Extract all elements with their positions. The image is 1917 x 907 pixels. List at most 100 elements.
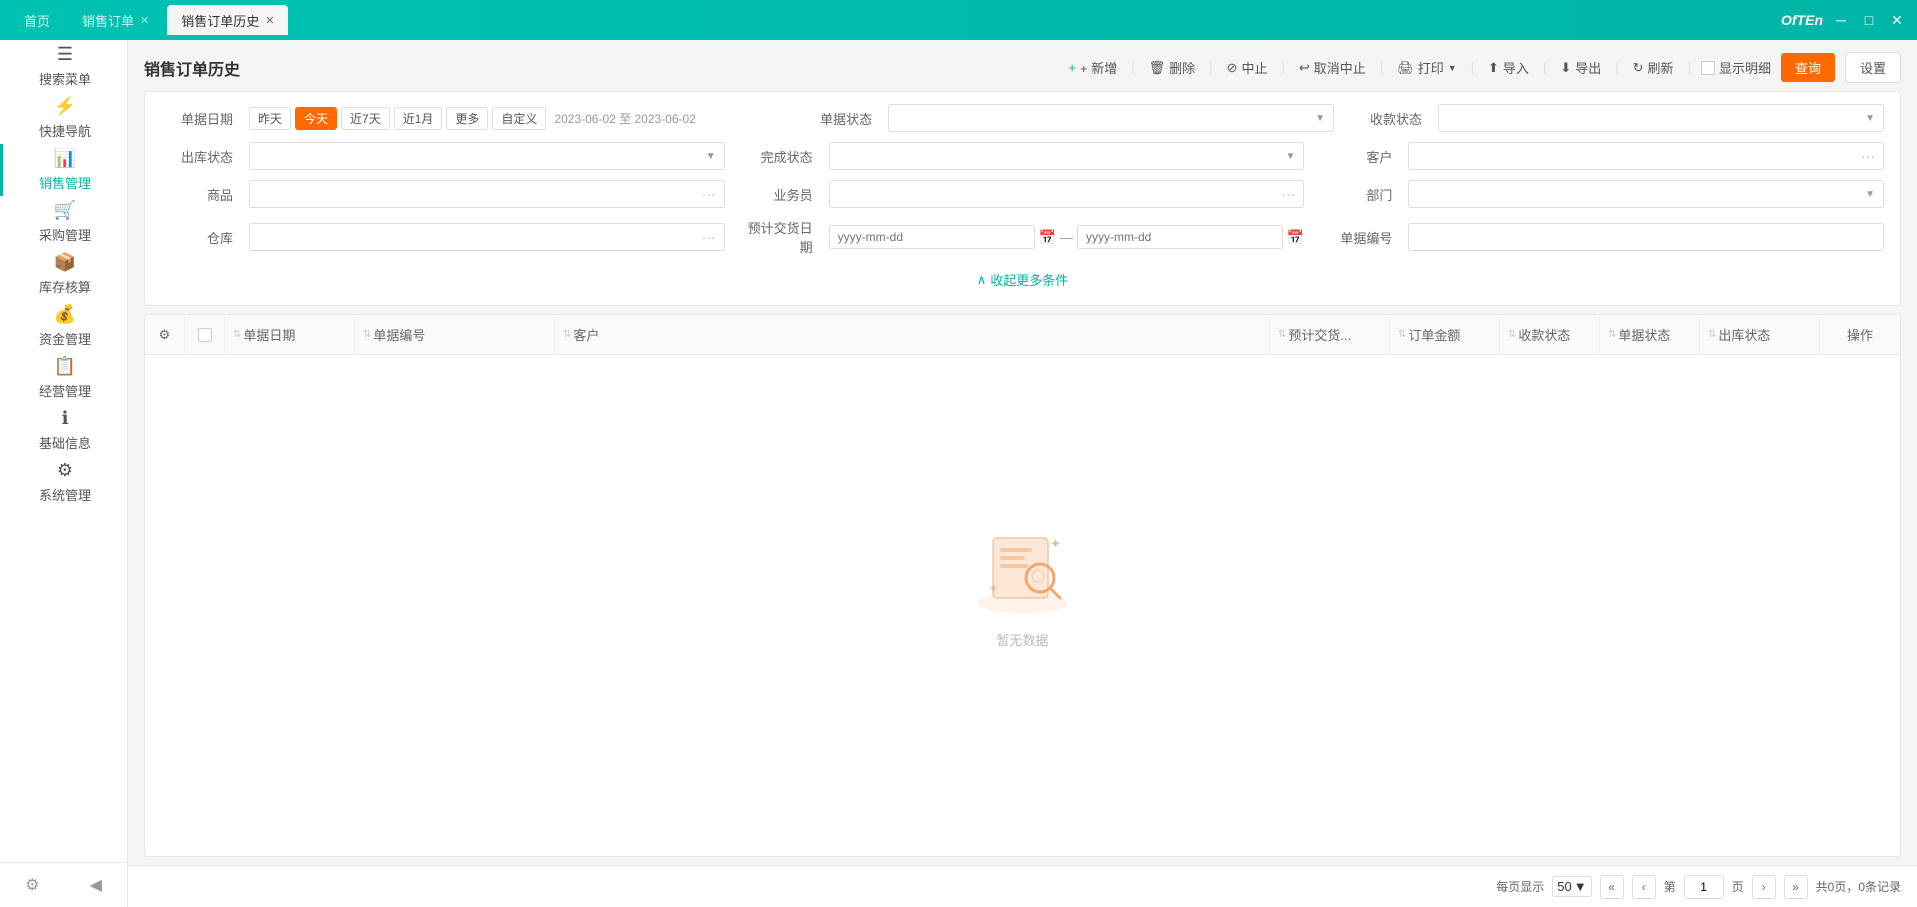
tab-sales-order-history[interactable]: 销售订单历史 ✕ [167, 5, 288, 35]
customer-ellipsis-icon[interactable]: ··· [1861, 148, 1875, 164]
delete-btn[interactable]: 🗑 删除 [1145, 56, 1200, 79]
dept-control[interactable]: ▼ [1408, 180, 1884, 208]
sidebar-settings-btn[interactable]: ⚙ [21, 871, 43, 899]
select-all-checkbox[interactable] [198, 328, 212, 342]
goods-control[interactable]: ··· [249, 180, 725, 208]
stop-icon: ⊘ [1227, 60, 1238, 76]
th-date[interactable]: ⇅ 单据日期 [225, 315, 355, 354]
table-settings-icon[interactable]: ⚙ [159, 327, 171, 343]
window-close-btn[interactable]: ✕ [1887, 10, 1907, 30]
out-status-select[interactable]: ▼ [249, 142, 725, 170]
delivery-start-input[interactable] [829, 225, 1035, 249]
last-page-btn[interactable]: » [1784, 875, 1808, 899]
new-label: + 新增 [1080, 58, 1117, 77]
goods-select[interactable]: ··· [249, 180, 725, 208]
delete-label: 删除 [1169, 58, 1195, 77]
tab-home[interactable]: 销售订单历史 首页 [10, 5, 64, 35]
import-btn[interactable]: ⬆ 导入 [1484, 56, 1533, 79]
th-no[interactable]: ⇅ 单据编号 [355, 315, 555, 354]
refresh-btn[interactable]: ↻ 刷新 [1629, 56, 1678, 79]
bill-status-control[interactable]: ▼ [888, 104, 1334, 132]
sidebar-item-quick-nav[interactable]: ⚡ 快捷导航 [0, 92, 127, 144]
th-amount[interactable]: ⇅ 订单金额 [1390, 315, 1500, 354]
prev-page-btn[interactable]: ‹ [1632, 875, 1656, 899]
customer-control[interactable]: ··· [1408, 142, 1884, 170]
dept-select[interactable]: ▼ [1408, 180, 1884, 208]
sidebar-item-inventory[interactable]: 📦 库存核算 [0, 248, 127, 300]
info-icon: ℹ [62, 408, 69, 429]
export-btn[interactable]: ⬇ 导出 [1556, 56, 1605, 79]
window-min-btn[interactable]: ─ [1831, 10, 1851, 30]
th-pay-status[interactable]: ⇅ 收款状态 [1500, 315, 1600, 354]
sidebar-collapse-btn[interactable]: ◀ [86, 871, 106, 899]
export-icon: ⬇ [1560, 60, 1571, 76]
collapse-arrow-icon: ∧ [977, 272, 987, 288]
sidebar-item-label: 基础信息 [39, 433, 91, 452]
date-btn-1month[interactable]: 近1月 [394, 107, 443, 130]
pay-status-select[interactable]: ▼ [1438, 104, 1884, 132]
sidebar-item-purchase-mgmt[interactable]: 🛒 采购管理 [0, 196, 127, 248]
warehouse-select[interactable]: ··· [249, 223, 725, 251]
divider7: | [1615, 60, 1618, 75]
window-max-btn[interactable]: □ [1859, 10, 1879, 30]
out-status-control[interactable]: ▼ [249, 142, 725, 170]
tab-sales-order[interactable]: 销售订单 ✕ [68, 5, 163, 35]
bill-no-control[interactable] [1408, 223, 1884, 251]
collapse-btn[interactable]: ∧ 收起更多条件 [161, 266, 1884, 293]
salesman-ellipsis-icon[interactable]: ··· [1281, 186, 1295, 202]
sidebar-item-sys-mgmt[interactable]: ⚙ 系统管理 [0, 456, 127, 508]
page-num-input[interactable] [1684, 875, 1724, 899]
sidebar-item-operations[interactable]: 📋 经营管理 [0, 352, 127, 404]
tab-sales-order-history-close[interactable]: ✕ [265, 14, 274, 27]
complete-status-control[interactable]: ▼ [829, 142, 1305, 170]
date-btn-more[interactable]: 更多 [446, 107, 488, 130]
display-toggle[interactable]: 显示明细 [1701, 58, 1771, 77]
goods-ellipsis-icon[interactable]: ··· [702, 186, 716, 202]
top-bar-right: OfTEn ─ □ ✕ [1781, 10, 1907, 30]
inventory-icon: 📦 [54, 252, 76, 273]
delivery-end-input[interactable] [1077, 225, 1283, 249]
date-range-control: 昨天 今天 近7天 近1月 更多 自定义 2023-06-02 至 2023-0… [249, 107, 784, 130]
customer-select[interactable]: ··· [1408, 142, 1884, 170]
th-customer[interactable]: ⇅ 客户 [555, 315, 1270, 354]
th-out-status[interactable]: ⇅ 出库状态 [1700, 315, 1820, 354]
date-btn-7days[interactable]: 近7天 [341, 107, 390, 130]
display-toggle-label: 显示明细 [1719, 58, 1771, 77]
page-size-select[interactable]: 50 ▼ [1552, 876, 1591, 897]
svg-text:✦: ✦ [988, 581, 999, 596]
warehouse-ellipsis-icon[interactable]: ··· [702, 229, 716, 245]
complete-status-select[interactable]: ▼ [829, 142, 1305, 170]
salesman-select[interactable]: ··· [829, 180, 1305, 208]
customer-label: 客户 [1320, 147, 1392, 166]
sidebar-item-search-menu[interactable]: ☰ 搜索菜单 [0, 40, 127, 92]
sidebar-item-label: 经营管理 [39, 381, 91, 400]
tab-sales-order-close[interactable]: ✕ [140, 14, 149, 27]
th-bill-status[interactable]: ⇅ 单据状态 [1600, 315, 1700, 354]
new-btn[interactable]: + + 新增 [1064, 56, 1121, 79]
salesman-control[interactable]: ··· [829, 180, 1305, 208]
stop-btn[interactable]: ⊘ 中止 [1223, 56, 1272, 79]
next-page-btn[interactable]: › [1752, 875, 1776, 899]
sidebar-item-finance[interactable]: 💰 资金管理 [0, 300, 127, 352]
sidebar: ☰ 搜索菜单 ⚡ 快捷导航 📊 销售管理 🛒 采购管理 📦 库存核算 💰 资金管… [0, 40, 128, 907]
th-settings[interactable]: ⚙ [145, 315, 185, 354]
delivery-end-calendar-icon[interactable]: 📅 [1287, 229, 1304, 246]
date-btn-yesterday[interactable]: 昨天 [249, 107, 291, 130]
pay-status-control[interactable]: ▼ [1438, 104, 1884, 132]
bill-status-select[interactable]: ▼ [888, 104, 1334, 132]
th-checkbox[interactable] [185, 315, 225, 354]
date-btn-custom[interactable]: 自定义 [492, 107, 546, 130]
warehouse-control[interactable]: ··· [249, 223, 725, 251]
bill-no-input[interactable] [1408, 223, 1884, 251]
th-delivery[interactable]: ⇅ 预计交货... [1270, 315, 1390, 354]
first-page-btn[interactable]: « [1600, 875, 1624, 899]
delivery-start-calendar-icon[interactable]: 📅 [1039, 229, 1056, 246]
query-btn[interactable]: 查询 [1781, 53, 1835, 82]
sidebar-item-sales-mgmt[interactable]: 📊 销售管理 [0, 144, 127, 196]
sidebar-item-info[interactable]: ℹ 基础信息 [0, 404, 127, 456]
date-btn-today[interactable]: 今天 [295, 107, 337, 130]
cancel-stop-btn[interactable]: ↩ 取消中止 [1295, 56, 1370, 79]
settings-btn[interactable]: 设置 [1845, 52, 1901, 83]
print-btn[interactable]: 🖨 打印 ▼ [1393, 56, 1460, 79]
display-toggle-checkbox[interactable] [1701, 61, 1715, 75]
